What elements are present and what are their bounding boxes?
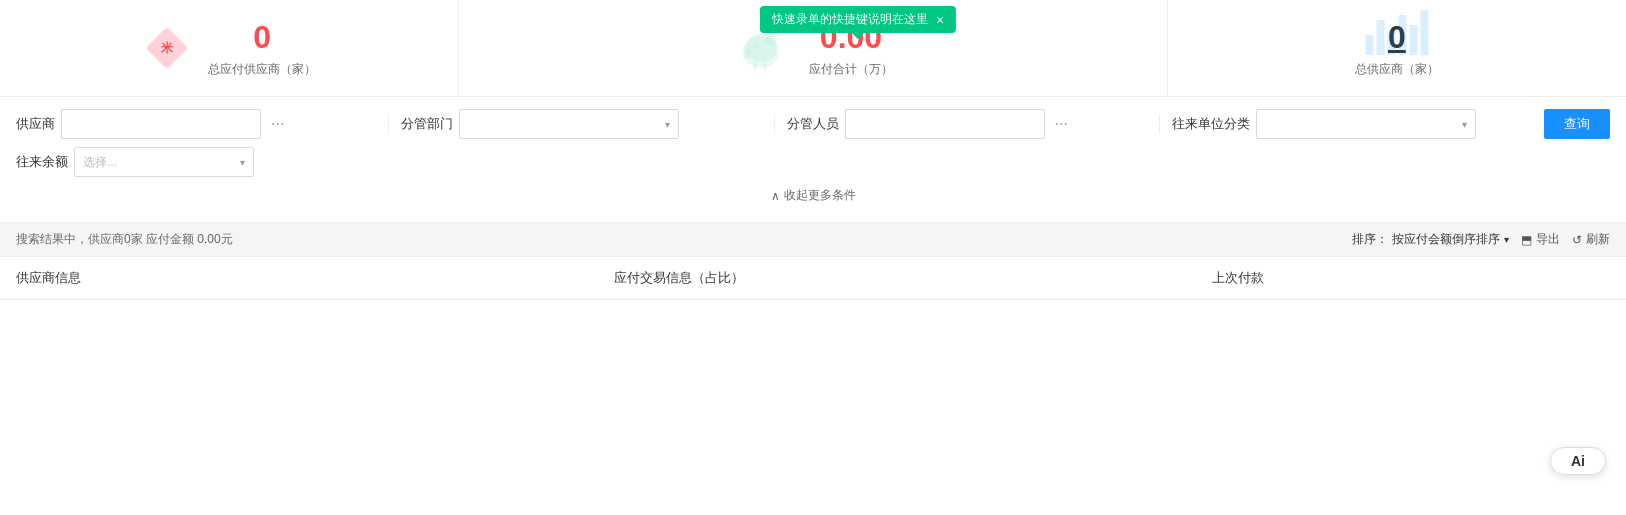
refresh-label: 刷新 (1586, 231, 1610, 248)
refresh-button[interactable]: ↺ 刷新 (1572, 231, 1610, 248)
collapse-chevron-icon: ∧ (771, 189, 780, 203)
supplier-filter-label: 供应商 (16, 115, 55, 133)
department-filter-label: 分管部门 (401, 115, 453, 133)
results-actions: 排序： 按应付会额倒序排序 ▾ ⬒ 导出 ↺ 刷新 (1352, 231, 1610, 248)
balance-select[interactable]: 选择... ▾ (74, 147, 254, 177)
col-header-supplier: 供应商信息 (16, 269, 614, 287)
divider-1 (388, 114, 389, 134)
amount-label: 应付合计（万） (809, 61, 893, 78)
unit-class-arrow-icon: ▾ (1462, 119, 1467, 130)
stat-item-suppliers: 米 0 总应付供应商（家） (0, 0, 459, 96)
tooltip-close-btn[interactable]: × (936, 13, 944, 27)
tooltip-container: 快速录单的快捷键说明在这里 × (783, 0, 933, 14)
filter-row-2: 往来余额 选择... ▾ (16, 147, 1610, 177)
suppliers-label: 总应付供应商（家） (208, 61, 316, 78)
filter-section: 供应商 ··· 分管部门 ▾ 分管人员 ··· 往来单位分类 ▾ (0, 97, 1626, 223)
filter-item-supplier: 供应商 ··· (16, 109, 376, 139)
total-suppliers-label: 总供应商（家） (1355, 61, 1439, 78)
collapse-button[interactable]: ∧ 收起更多条件 (771, 187, 856, 204)
svg-rect-7 (763, 62, 767, 70)
tooltip-bubble[interactable]: 快速录单的快捷键说明在这里 × (760, 6, 956, 33)
svg-point-4 (765, 34, 777, 46)
export-button[interactable]: ⬒ 导出 (1521, 231, 1560, 248)
ai-badge-button[interactable]: Ai (1550, 447, 1606, 475)
collapse-label: 收起更多条件 (784, 187, 856, 204)
stat-item-total-suppliers: 0 总供应商（家） (1168, 0, 1626, 96)
sort-select[interactable]: 排序： 按应付会额倒序排序 ▾ (1352, 231, 1509, 248)
stats-bar: 米 0 总应付供应商（家） 0.00 应付合计（万） 快速录单的快捷键说明在这里 (0, 0, 1626, 97)
filter-item-balance: 往来余额 选择... ▾ (16, 147, 254, 177)
refresh-icon: ↺ (1572, 233, 1582, 247)
col-header-payment: 上次付款 (1212, 269, 1611, 287)
svg-rect-6 (753, 62, 757, 70)
svg-point-8 (753, 44, 757, 48)
department-select[interactable]: ▾ (459, 109, 679, 139)
unit-class-select[interactable]: ▾ (1256, 109, 1476, 139)
table-header: 供应商信息 应付交易信息（占比） 上次付款 (0, 257, 1626, 300)
svg-point-5 (743, 49, 751, 59)
filter-item-unit-class: 往来单位分类 ▾ (1172, 109, 1532, 139)
filter-row-1: 供应商 ··· 分管部门 ▾ 分管人员 ··· 往来单位分类 ▾ (16, 109, 1610, 139)
export-icon: ⬒ (1521, 233, 1532, 247)
person-dots-btn[interactable]: ··· (1051, 115, 1072, 133)
query-button[interactable]: 查询 (1544, 109, 1610, 139)
stat-item-amount: 0.00 应付合计（万） 快速录单的快捷键说明在这里 × (459, 0, 1167, 96)
divider-2 (774, 114, 775, 134)
person-input[interactable] (845, 109, 1045, 139)
collapse-row: ∧ 收起更多条件 (16, 181, 1610, 214)
chart-decoration (1365, 10, 1428, 55)
balance-filter-label: 往来余额 (16, 153, 68, 171)
results-info: 搜索结果中，供应商0家 应付金额 0.00元 (16, 231, 233, 248)
sort-label: 按应付会额倒序排序 (1392, 231, 1500, 248)
suppliers-count: 0 (253, 18, 271, 56)
sort-prefix: 排序： (1352, 231, 1388, 248)
person-filter-label: 分管人员 (787, 115, 839, 133)
table-body (0, 300, 1626, 515)
balance-arrow-icon: ▾ (240, 157, 245, 168)
supplier-dots-btn[interactable]: ··· (267, 115, 288, 133)
unit-class-filter-label: 往来单位分类 (1172, 115, 1250, 133)
supplier-input[interactable] (61, 109, 261, 139)
logo-icon: 米 (142, 23, 192, 73)
department-arrow-icon: ▾ (665, 119, 670, 130)
col-header-transaction: 应付交易信息（占比） (614, 269, 1212, 287)
filter-item-department: 分管部门 ▾ (401, 109, 761, 139)
balance-placeholder: 选择... (83, 154, 117, 171)
divider-3 (1159, 114, 1160, 134)
export-label: 导出 (1536, 231, 1560, 248)
svg-text:米: 米 (160, 41, 174, 55)
filter-item-person: 分管人员 ··· (787, 109, 1147, 139)
sort-arrow-icon: ▾ (1504, 234, 1509, 245)
results-bar: 搜索结果中，供应商0家 应付金额 0.00元 排序： 按应付会额倒序排序 ▾ ⬒… (0, 223, 1626, 257)
tooltip-text: 快速录单的快捷键说明在这里 (772, 11, 928, 28)
ai-label: Ai (1571, 453, 1585, 469)
